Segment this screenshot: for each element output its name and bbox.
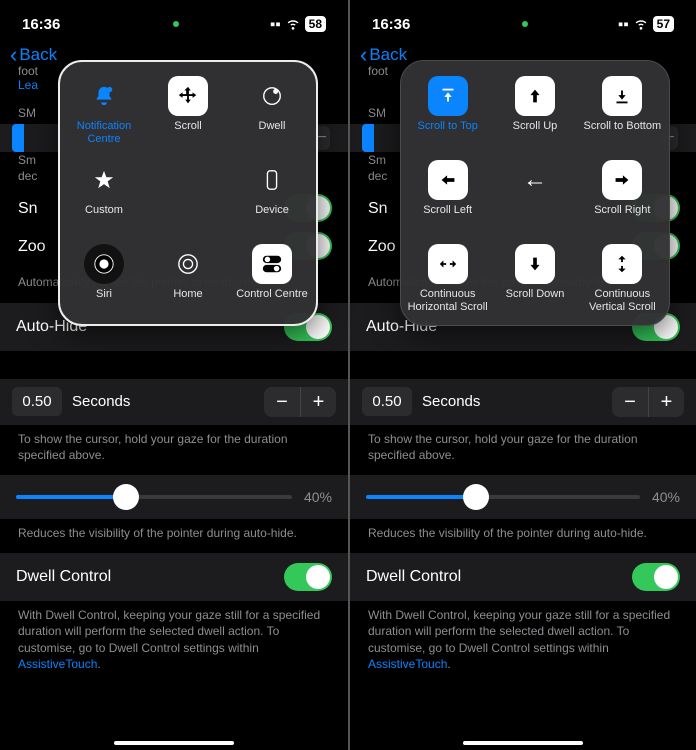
opacity-value: 40% bbox=[652, 489, 680, 505]
segment-active-fragment[interactable] bbox=[362, 124, 374, 152]
menu-scroll-to-top[interactable]: Scroll to Top bbox=[404, 74, 491, 148]
star-icon bbox=[84, 160, 124, 200]
dwell-caption: With Dwell Control, keeping your gaze st… bbox=[0, 601, 348, 684]
opacity-caption: Reduces the visibility of the pointer du… bbox=[0, 519, 348, 553]
menu-scroll-right[interactable]: Scroll Right bbox=[579, 158, 666, 232]
menu-siri[interactable]: Siri bbox=[62, 242, 146, 316]
scroll-bottom-icon bbox=[602, 76, 642, 116]
status-time: 16:36 bbox=[372, 16, 432, 33]
chevron-left-icon: ‹ bbox=[10, 44, 17, 66]
menu-notification-centre[interactable]: Notification Centre bbox=[62, 74, 146, 148]
arrow-down-icon bbox=[515, 244, 555, 284]
wifi-icon bbox=[633, 15, 649, 34]
seconds-caption: To show the cursor, hold your gaze for t… bbox=[350, 425, 696, 475]
arrow-up-icon bbox=[515, 76, 555, 116]
slider-thumb[interactable] bbox=[463, 484, 489, 510]
dwell-label: Dwell Control bbox=[16, 568, 111, 586]
wifi-icon bbox=[285, 15, 301, 34]
dwell-caption: With Dwell Control, keeping your gaze st… bbox=[350, 601, 696, 684]
assistivetouch-link[interactable]: AssistiveTouch bbox=[368, 657, 447, 671]
row-zoom-label: Zoo bbox=[368, 238, 396, 256]
seconds-unit: Seconds bbox=[422, 393, 602, 410]
status-bar: 16:36 ▪▪ 58 bbox=[0, 0, 348, 40]
dwell-row: Dwell Control bbox=[350, 553, 696, 601]
stepper-minus[interactable]: − bbox=[612, 387, 648, 417]
control-centre-icon bbox=[252, 244, 292, 284]
menu-home[interactable]: Home bbox=[146, 242, 230, 316]
back-label: Back bbox=[369, 45, 407, 65]
menu-control-centre[interactable]: Control Centre bbox=[230, 242, 314, 316]
scroll-icon bbox=[168, 76, 208, 116]
opacity-slider[interactable] bbox=[16, 495, 292, 499]
signal-icon: ▪▪ bbox=[270, 16, 281, 33]
menu-custom[interactable]: Custom bbox=[62, 158, 146, 232]
menu-scroll-down[interactable]: Scroll Down bbox=[491, 242, 578, 316]
home-indicator[interactable] bbox=[114, 741, 234, 745]
menu-back[interactable]: ← bbox=[491, 158, 578, 232]
stepper-plus[interactable]: + bbox=[300, 387, 336, 417]
home-icon bbox=[168, 244, 208, 284]
scroll-submenu: Scroll to Top Scroll Up Scroll to Bottom… bbox=[400, 60, 670, 326]
seconds-unit: Seconds bbox=[72, 393, 254, 410]
menu-dwell[interactable]: Dwell bbox=[230, 74, 314, 148]
signal-icon: ▪▪ bbox=[618, 16, 629, 33]
seconds-stepper: − + bbox=[612, 387, 684, 417]
slider-thumb[interactable] bbox=[113, 484, 139, 510]
arrow-left-icon bbox=[428, 160, 468, 200]
menu-scroll-left[interactable]: Scroll Left bbox=[404, 158, 491, 232]
seconds-caption: To show the cursor, hold your gaze for t… bbox=[0, 425, 348, 475]
opacity-row: 40% bbox=[350, 475, 696, 519]
stepper-plus[interactable]: + bbox=[648, 387, 684, 417]
status-dot-icon bbox=[522, 21, 528, 27]
status-dot-icon bbox=[173, 21, 179, 27]
status-time: 16:36 bbox=[22, 16, 82, 33]
dwell-icon bbox=[252, 76, 292, 116]
dwell-row: Dwell Control bbox=[0, 553, 348, 601]
seconds-value: 0.50 bbox=[362, 387, 412, 416]
assistivetouch-menu: Notification Centre Scroll Dwell Custom bbox=[58, 60, 318, 326]
row-snap-label: Sn bbox=[18, 200, 38, 218]
seconds-row: 0.50 Seconds − + bbox=[350, 379, 696, 425]
menu-empty bbox=[146, 158, 230, 232]
status-right: ▪▪ 58 bbox=[270, 15, 326, 34]
menu-scroll-to-bottom[interactable]: Scroll to Bottom bbox=[579, 74, 666, 148]
menu-continuous-horizontal[interactable]: Continuous Horizontal Scroll bbox=[404, 242, 491, 316]
home-indicator[interactable] bbox=[463, 741, 583, 745]
menu-continuous-vertical[interactable]: Continuous Vertical Scroll bbox=[579, 242, 666, 316]
scroll-top-icon bbox=[428, 76, 468, 116]
bell-icon bbox=[84, 76, 124, 116]
seconds-row: 0.50 Seconds − + bbox=[0, 379, 348, 425]
battery-icon: 57 bbox=[653, 16, 674, 32]
dwell-label: Dwell Control bbox=[366, 568, 461, 586]
row-zoom-label: Zoo bbox=[18, 238, 46, 256]
seconds-value: 0.50 bbox=[12, 387, 62, 416]
back-arrow-icon: ← bbox=[515, 160, 555, 200]
row-snap-label: Sn bbox=[368, 200, 388, 218]
battery-icon: 58 bbox=[305, 16, 326, 32]
status-bar: 16:36 ▪▪ 57 bbox=[350, 0, 696, 40]
menu-device[interactable]: Device bbox=[230, 158, 314, 232]
menu-scroll[interactable]: Scroll bbox=[146, 74, 230, 148]
assistivetouch-link[interactable]: AssistiveTouch bbox=[18, 657, 97, 671]
status-right: ▪▪ 57 bbox=[618, 15, 674, 34]
arrow-right-icon bbox=[602, 160, 642, 200]
horizontal-scroll-icon bbox=[428, 244, 468, 284]
back-label: Back bbox=[19, 45, 57, 65]
siri-icon bbox=[84, 244, 124, 284]
device-icon bbox=[252, 160, 292, 200]
opacity-caption: Reduces the visibility of the pointer du… bbox=[350, 519, 696, 553]
stepper-minus[interactable]: − bbox=[264, 387, 300, 417]
menu-scroll-up[interactable]: Scroll Up bbox=[491, 74, 578, 148]
opacity-slider[interactable] bbox=[366, 495, 640, 499]
segment-active-fragment[interactable] bbox=[12, 124, 24, 152]
opacity-row: 40% bbox=[0, 475, 348, 519]
dwell-switch[interactable] bbox=[284, 563, 332, 591]
opacity-value: 40% bbox=[304, 489, 332, 505]
seconds-stepper: − + bbox=[264, 387, 336, 417]
dwell-switch[interactable] bbox=[632, 563, 680, 591]
vertical-scroll-icon bbox=[602, 244, 642, 284]
chevron-left-icon: ‹ bbox=[360, 44, 367, 66]
